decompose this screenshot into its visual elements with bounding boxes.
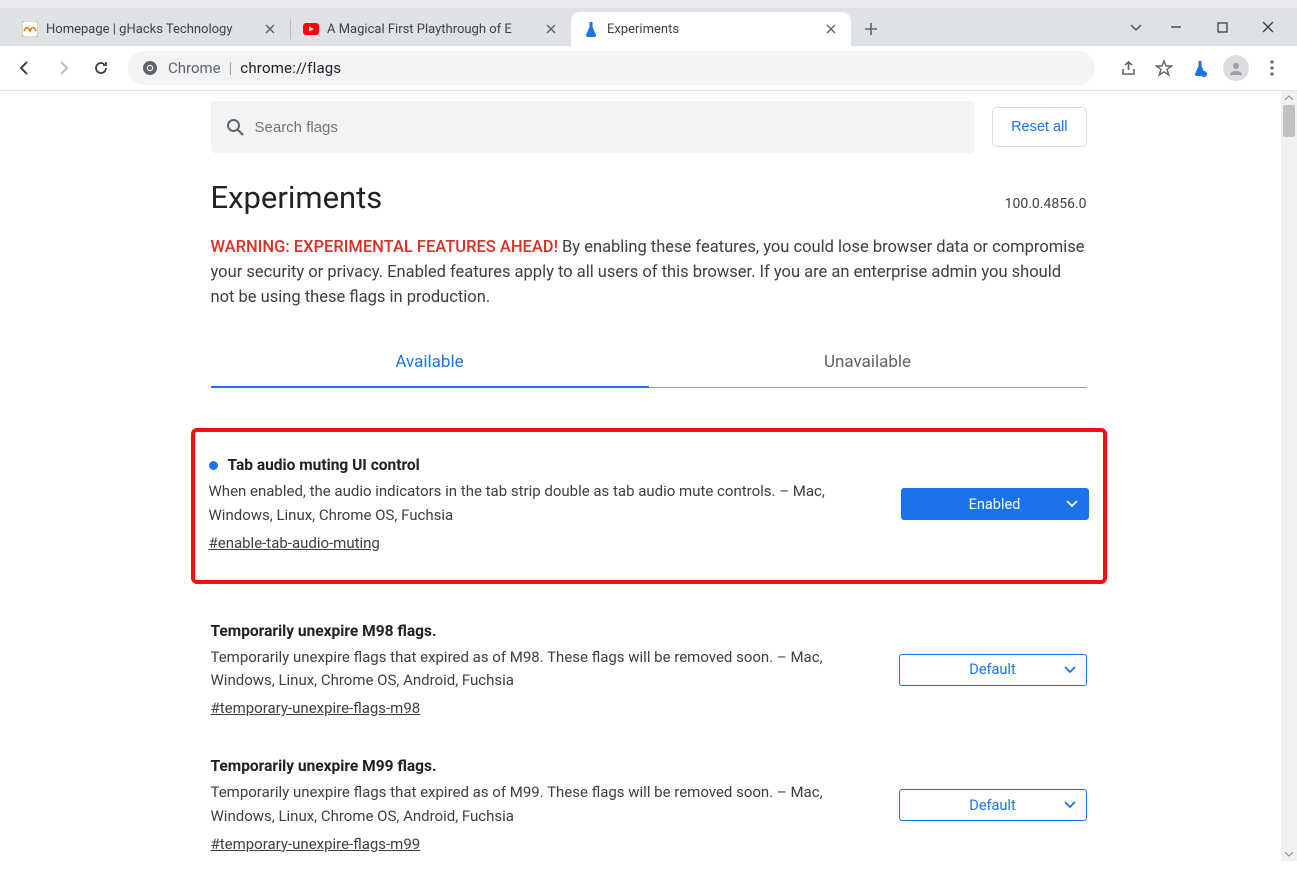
tab-title: Homepage | gHacks Technology: [46, 22, 254, 37]
share-button[interactable]: [1111, 51, 1145, 85]
new-tab-button[interactable]: [857, 15, 885, 43]
flag-select-dropdown[interactable]: Default: [899, 789, 1087, 821]
scroll-thumb[interactable]: [1283, 105, 1295, 137]
toolbar: Chrome | chrome://flags: [0, 46, 1297, 91]
url-origin-label: Chrome: [168, 59, 221, 77]
vertical-scrollbar[interactable]: [1281, 91, 1297, 861]
url-text: Chrome | chrome://flags: [168, 59, 341, 77]
avatar-icon: [1223, 55, 1249, 81]
maximize-button[interactable]: [1199, 11, 1245, 43]
browser-tab-2-active[interactable]: Experiments: [571, 12, 851, 46]
flag-title: Tab audio muting UI control: [209, 456, 871, 474]
select-value: Default: [969, 661, 1015, 678]
flask-icon: [583, 21, 599, 37]
flag-title: Temporarily unexpire M98 flags.: [211, 622, 869, 640]
tab-unavailable[interactable]: Unavailable: [649, 340, 1087, 388]
browser-tab-1[interactable]: A Magical First Playthrough of E: [291, 12, 571, 46]
chevron-down-icon: [1066, 500, 1078, 508]
warning-text: WARNING: EXPERIMENTAL FEATURES AHEAD! By…: [211, 236, 1087, 310]
tab-search-button[interactable]: [1119, 11, 1153, 43]
profile-button[interactable]: [1219, 51, 1253, 85]
close-window-button[interactable]: [1245, 11, 1291, 43]
search-input[interactable]: [255, 119, 961, 136]
scroll-down-icon[interactable]: [1281, 847, 1297, 861]
chevron-down-icon: [1064, 666, 1076, 674]
tab-title: Experiments: [607, 22, 815, 37]
flag-list: Tab audio muting UI control When enabled…: [211, 388, 1087, 875]
flag-item-tab-audio-muting: Tab audio muting UI control When enabled…: [191, 428, 1107, 584]
select-value: Enabled: [969, 496, 1021, 513]
address-bar[interactable]: Chrome | chrome://flags: [128, 51, 1095, 85]
flag-anchor-link[interactable]: #enable-tab-audio-muting: [209, 534, 380, 552]
flag-description: Temporarily unexpire flags that expired …: [211, 781, 869, 828]
chrome-icon: [142, 60, 158, 76]
bookmark-star-button[interactable]: [1147, 51, 1181, 85]
flag-title-text: Temporarily unexpire M99 flags.: [211, 757, 437, 775]
back-button[interactable]: [8, 51, 42, 85]
warning-prefix: WARNING: EXPERIMENTAL FEATURES AHEAD!: [211, 238, 558, 257]
flag-description: Temporarily unexpire flags that expired …: [211, 646, 869, 693]
flag-title-text: Tab audio muting UI control: [228, 456, 420, 474]
menu-button[interactable]: [1255, 51, 1289, 85]
page-title: Experiments: [211, 179, 383, 216]
ghacks-favicon: [22, 21, 38, 37]
tab-strip: Homepage | gHacks Technology A Magical F…: [0, 8, 1297, 46]
chevron-down-icon: [1064, 801, 1076, 809]
flag-description: When enabled, the audio indicators in th…: [209, 480, 871, 527]
select-value: Default: [969, 797, 1015, 814]
flag-select-dropdown[interactable]: Enabled: [901, 488, 1089, 520]
close-icon[interactable]: [543, 21, 559, 37]
reset-all-button[interactable]: Reset all: [992, 107, 1086, 147]
flag-title-text: Temporarily unexpire M98 flags.: [211, 622, 437, 640]
browser-tab-0[interactable]: Homepage | gHacks Technology: [10, 12, 290, 46]
flag-tabs: Available Unavailable: [211, 340, 1087, 388]
flag-item-unexpire-m99: Temporarily unexpire M99 flags. Temporar…: [211, 739, 1087, 875]
window-titlebar: [0, 0, 1297, 8]
reload-button[interactable]: [84, 51, 118, 85]
experiments-flask-icon[interactable]: [1183, 51, 1217, 85]
flag-select-dropdown[interactable]: Default: [899, 654, 1087, 686]
flag-anchor-link[interactable]: #temporary-unexpire-flags-m99: [211, 835, 421, 853]
search-icon: [225, 117, 245, 137]
tab-title: A Magical First Playthrough of E: [327, 22, 535, 37]
forward-button[interactable]: [46, 51, 80, 85]
window-controls: [1119, 8, 1297, 46]
close-icon[interactable]: [262, 21, 278, 37]
modified-indicator-icon: [209, 461, 218, 470]
flag-title: Temporarily unexpire M99 flags.: [211, 757, 869, 775]
page-viewport: Reset all Experiments 100.0.4856.0 WARNI…: [0, 91, 1297, 861]
close-icon[interactable]: [823, 21, 839, 37]
youtube-favicon: [303, 21, 319, 37]
url-path: chrome://flags: [240, 59, 341, 77]
flag-anchor-link[interactable]: #temporary-unexpire-flags-m98: [211, 699, 421, 717]
tab-available[interactable]: Available: [211, 340, 649, 388]
flag-item-unexpire-m98: Temporarily unexpire M98 flags. Temporar…: [211, 604, 1087, 740]
minimize-button[interactable]: [1153, 11, 1199, 43]
search-flags-box[interactable]: [211, 101, 975, 153]
version-label: 100.0.4856.0: [1005, 196, 1087, 212]
scroll-up-icon[interactable]: [1281, 91, 1297, 105]
